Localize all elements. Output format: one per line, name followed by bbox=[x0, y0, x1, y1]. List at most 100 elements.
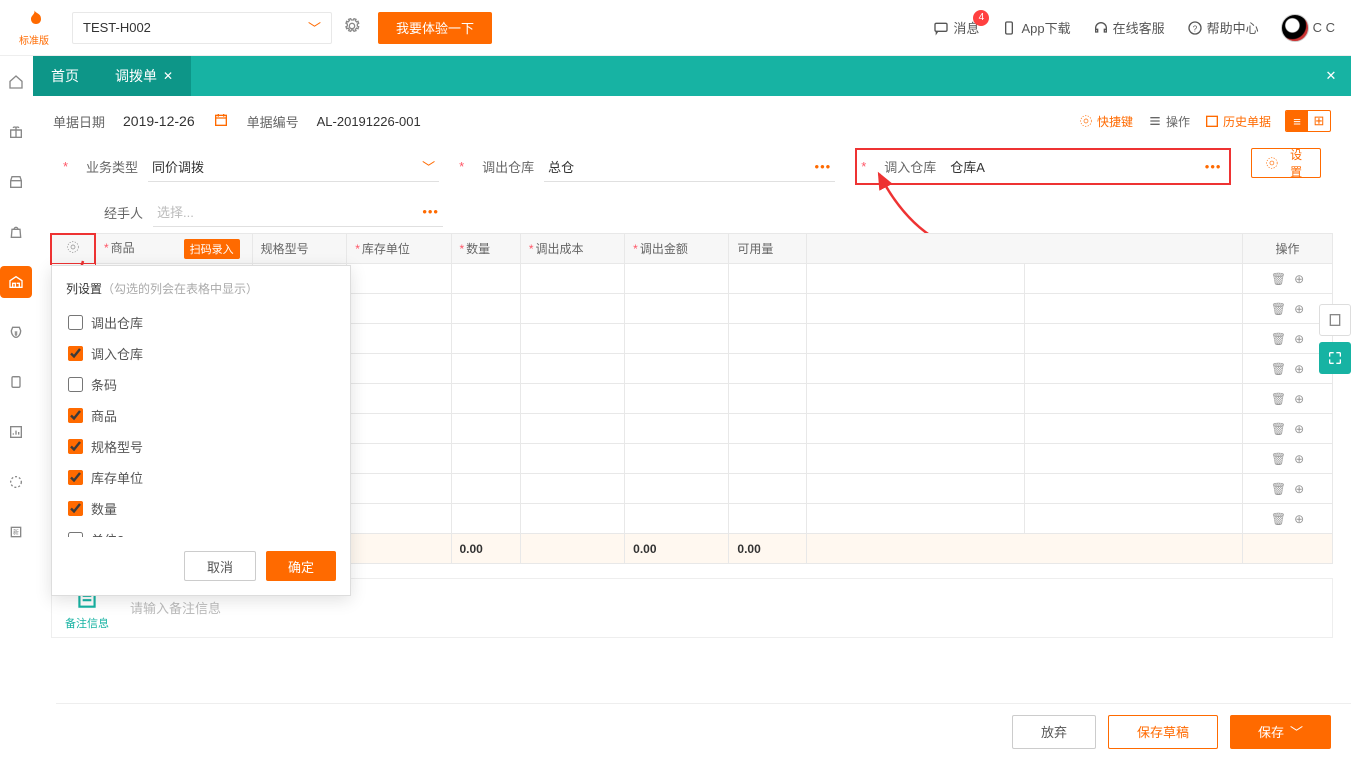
copy-icon[interactable]: ⊕ bbox=[1294, 452, 1304, 466]
expand-tool-icon[interactable] bbox=[1319, 342, 1351, 374]
nav-gift-icon[interactable] bbox=[0, 116, 32, 148]
settings-icon[interactable] bbox=[344, 18, 360, 37]
checkbox[interactable] bbox=[68, 532, 83, 537]
checkbox[interactable] bbox=[68, 439, 83, 454]
form-row-1: * 业务类型 同价调拨﹀ * 调出仓库 总仓••• * 调入仓库 仓库A••• … bbox=[33, 142, 1351, 191]
chevron-down-icon: ﹀ bbox=[1290, 722, 1303, 741]
copy-icon[interactable]: ⊕ bbox=[1294, 362, 1304, 376]
copy-icon[interactable]: ⊕ bbox=[1294, 422, 1304, 436]
delete-icon[interactable]: 🗑 bbox=[1271, 512, 1286, 526]
copy-icon[interactable]: ⊕ bbox=[1294, 512, 1304, 526]
nav-clipboard-icon[interactable] bbox=[0, 366, 32, 398]
customer-service-link[interactable]: 在线客服 bbox=[1093, 18, 1165, 37]
scan-button[interactable]: 扫码录入 bbox=[184, 239, 240, 259]
popup-title: 列设置（勾选的列会在表格中显示） bbox=[66, 280, 336, 297]
delete-icon[interactable]: 🗑 bbox=[1271, 302, 1286, 316]
close-icon[interactable]: ✕ bbox=[163, 69, 173, 83]
column-option[interactable]: 规格型号 bbox=[66, 431, 322, 462]
more-icon[interactable]: ••• bbox=[1205, 159, 1222, 174]
operations-link[interactable]: 操作 bbox=[1147, 113, 1190, 130]
field-handler[interactable]: 经手人 选择...••• bbox=[63, 197, 443, 227]
nav-home-icon[interactable] bbox=[0, 66, 32, 98]
col-avail: 可用量 bbox=[729, 234, 806, 264]
grid-view-icon[interactable]: ⊞ bbox=[1308, 111, 1330, 131]
settings-button[interactable]: 设置 bbox=[1251, 148, 1321, 178]
delete-icon[interactable]: 🗑 bbox=[1271, 362, 1286, 376]
column-option[interactable]: 调入仓库 bbox=[66, 338, 322, 369]
nav-money-icon[interactable] bbox=[0, 316, 32, 348]
copy-icon[interactable]: ⊕ bbox=[1294, 392, 1304, 406]
nav-bag-icon[interactable] bbox=[0, 216, 32, 248]
project-selector[interactable]: TEST-H002 ﹀ bbox=[72, 12, 332, 44]
list-view-icon[interactable]: ≡ bbox=[1286, 111, 1308, 131]
field-in-warehouse[interactable]: * 调入仓库 仓库A••• bbox=[855, 148, 1231, 185]
calendar-icon[interactable] bbox=[213, 112, 229, 131]
save-draft-button[interactable]: 保存草稿 bbox=[1108, 715, 1218, 749]
help-center-link[interactable]: ? 帮助中心 bbox=[1187, 18, 1259, 37]
tab-home[interactable]: 首页 bbox=[33, 56, 97, 96]
more-icon[interactable]: ••• bbox=[815, 159, 832, 174]
delete-icon[interactable]: 🗑 bbox=[1271, 422, 1286, 436]
user-menu[interactable]: C C bbox=[1281, 14, 1335, 42]
nav-warehouse-icon[interactable] bbox=[0, 266, 32, 298]
close-all-tabs[interactable]: ✕ bbox=[1311, 56, 1351, 96]
history-link[interactable]: 历史单据 bbox=[1204, 113, 1271, 130]
copy-icon[interactable]: ⊕ bbox=[1294, 302, 1304, 316]
date-value[interactable]: 2019-12-26 bbox=[123, 113, 195, 129]
avatar bbox=[1281, 14, 1309, 42]
confirm-button[interactable]: 确定 bbox=[266, 551, 336, 581]
column-option[interactable]: 调出仓库 bbox=[66, 307, 322, 338]
delete-icon[interactable]: 🗑 bbox=[1271, 332, 1286, 346]
col-product: *商品扫码录入 bbox=[95, 234, 252, 264]
app-download-link[interactable]: App下载 bbox=[1001, 18, 1070, 37]
notes-input[interactable] bbox=[122, 593, 1332, 624]
col-unit: *库存单位 bbox=[347, 234, 451, 264]
cancel-button[interactable]: 取消 bbox=[184, 551, 256, 581]
shortcut-link[interactable]: 快捷键 bbox=[1078, 113, 1133, 130]
messages-link[interactable]: 消息 4 bbox=[933, 18, 979, 37]
discard-button[interactable]: 放弃 bbox=[1012, 715, 1096, 749]
tab-transfer[interactable]: 调拨单 ✕ bbox=[97, 56, 191, 96]
column-settings-header[interactable] bbox=[51, 234, 95, 264]
popup-list[interactable]: 调出仓库调入仓库条码商品规格型号库存单位数量单位2 bbox=[66, 307, 336, 537]
note-tool-icon[interactable] bbox=[1319, 304, 1351, 336]
more-icon[interactable]: ••• bbox=[422, 204, 439, 219]
checkbox[interactable] bbox=[68, 470, 83, 485]
nav-loading-icon[interactable] bbox=[0, 466, 32, 498]
list-icon bbox=[1147, 113, 1163, 129]
chevron-down-icon: ﹀ bbox=[308, 18, 321, 37]
trial-button[interactable]: 我要体验一下 bbox=[378, 12, 492, 44]
column-option[interactable]: 数量 bbox=[66, 493, 322, 524]
field-business-type[interactable]: * 业务类型 同价调拨﹀ bbox=[63, 148, 439, 185]
column-option[interactable]: 商品 bbox=[66, 400, 322, 431]
column-option[interactable]: 单位2 bbox=[66, 524, 322, 537]
copy-icon[interactable]: ⊕ bbox=[1294, 482, 1304, 496]
gear-icon bbox=[65, 239, 81, 255]
view-toggle[interactable]: ≡ ⊞ bbox=[1285, 110, 1331, 132]
checkbox[interactable] bbox=[68, 408, 83, 423]
checkbox[interactable] bbox=[68, 377, 83, 392]
copy-icon[interactable]: ⊕ bbox=[1294, 332, 1304, 346]
checkbox[interactable] bbox=[68, 346, 83, 361]
checkbox[interactable] bbox=[68, 501, 83, 516]
nav-store-icon[interactable] bbox=[0, 166, 32, 198]
save-button[interactable]: 保存﹀ bbox=[1230, 715, 1331, 749]
delete-icon[interactable]: 🗑 bbox=[1271, 392, 1286, 406]
svg-text:?: ? bbox=[1192, 24, 1197, 33]
docnum-value: AL-20191226-001 bbox=[317, 114, 421, 129]
nav-report-icon[interactable] bbox=[0, 416, 32, 448]
delete-icon[interactable]: 🗑 bbox=[1271, 272, 1286, 286]
column-option[interactable]: 条码 bbox=[66, 369, 322, 400]
main-content: 首页 调拨单 ✕ ✕ 单据日期 2019-12-26 单据编号 AL-20191… bbox=[33, 56, 1351, 759]
column-option[interactable]: 库存单位 bbox=[66, 462, 322, 493]
nav-new-icon[interactable]: 新 bbox=[0, 516, 32, 548]
copy-icon[interactable]: ⊕ bbox=[1294, 272, 1304, 286]
edition-label: 标准版 bbox=[19, 32, 49, 47]
field-out-warehouse[interactable]: * 调出仓库 总仓••• bbox=[459, 148, 835, 185]
top-right-group: 消息 4 App下载 在线客服 ? 帮助中心 C C bbox=[933, 14, 1335, 42]
checkbox[interactable] bbox=[68, 315, 83, 330]
help-icon: ? bbox=[1187, 20, 1203, 36]
form-row-2: 经手人 选择...••• bbox=[33, 191, 1351, 233]
delete-icon[interactable]: 🗑 bbox=[1271, 452, 1286, 466]
delete-icon[interactable]: 🗑 bbox=[1271, 482, 1286, 496]
